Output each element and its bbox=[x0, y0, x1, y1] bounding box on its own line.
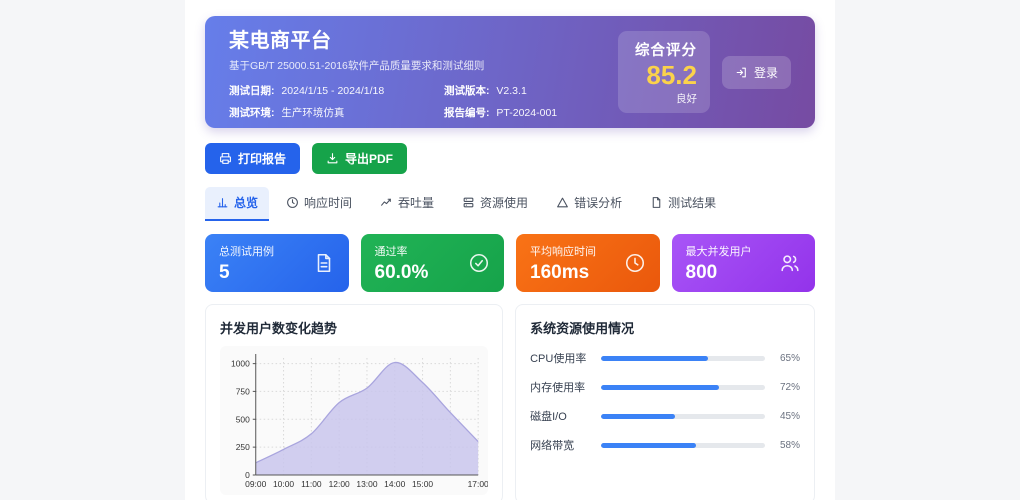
export-pdf-button[interactable]: 导出PDF bbox=[312, 143, 408, 174]
svg-text:15:00: 15:00 bbox=[412, 479, 433, 489]
header-right: 综合评分 85.2 良好 登录 bbox=[617, 31, 791, 113]
bottom-panels: 并发用户数变化趋势 0 250 500 750 1000 09:00 10:00 11:00 1… bbox=[205, 304, 815, 500]
resource-rows: CPU使用率 65% 内存使用率 72% 磁盘I/O 45% 网络带宽 58% bbox=[530, 350, 800, 453]
trend-icon bbox=[380, 196, 393, 209]
download-icon bbox=[326, 152, 339, 165]
concurrent-users-chart: 0 250 500 750 1000 09:00 10:00 11:00 12:00 13:00 1… bbox=[220, 346, 489, 495]
system-resources-panel: 系统资源使用情况 CPU使用率 65% 内存使用率 72% 磁盘I/O 45% … bbox=[515, 304, 815, 500]
resource-row-network: 网络带宽 58% bbox=[530, 439, 800, 453]
report-tabs: 总览 响应时间 吞吐量 资源使用 错误分析 测试结果 bbox=[205, 187, 815, 221]
check-circle-icon bbox=[468, 252, 490, 274]
progress-fill bbox=[601, 384, 720, 390]
login-icon bbox=[735, 66, 748, 79]
svg-text:1000: 1000 bbox=[231, 359, 250, 369]
tab-error-analysis[interactable]: 错误分析 bbox=[545, 187, 633, 221]
clock-icon bbox=[286, 196, 299, 209]
meta-test-env: 测试环境: 生产环境仿真 bbox=[229, 107, 345, 119]
content-column: 某电商平台 基于GB/T 25000.51-2016软件产品质量要求和测试细则 … bbox=[185, 0, 835, 500]
svg-text:10:00: 10:00 bbox=[273, 479, 294, 489]
report-header-banner: 某电商平台 基于GB/T 25000.51-2016软件产品质量要求和测试细则 … bbox=[205, 16, 815, 128]
meta-test-date: 测试日期: 2024/1/15 - 2024/1/18 bbox=[229, 85, 385, 97]
page-subtitle: 基于GB/T 25000.51-2016软件产品质量要求和测试细则 bbox=[229, 60, 485, 72]
header-info: 某电商平台 基于GB/T 25000.51-2016软件产品质量要求和测试细则 … bbox=[229, 24, 618, 120]
resource-row-cpu: CPU使用率 65% bbox=[530, 352, 800, 366]
performance-report-page: 某电商平台 基于GB/T 25000.51-2016软件产品质量要求和测试细则 … bbox=[0, 0, 1020, 500]
svg-text:17:00: 17:00 bbox=[468, 479, 488, 489]
concurrent-users-panel: 并发用户数变化趋势 0 250 500 750 1000 09:00 10:00 11:00 1… bbox=[205, 304, 504, 500]
users-icon bbox=[779, 252, 801, 274]
progress-track bbox=[601, 355, 765, 361]
meta-test-version: 测试版本: V2.3.1 bbox=[444, 85, 527, 97]
resource-row-memory: 内存使用率 72% bbox=[530, 381, 800, 395]
resource-row-disk-io: 磁盘I/O 45% bbox=[530, 410, 800, 424]
login-label: 登录 bbox=[753, 65, 778, 80]
svg-text:11:00: 11:00 bbox=[301, 479, 322, 489]
progress-fill bbox=[601, 355, 708, 361]
svg-text:12:00: 12:00 bbox=[329, 479, 350, 489]
bar-chart-icon bbox=[216, 196, 229, 209]
progress-track bbox=[601, 413, 765, 419]
meta-report-id: 报告编号: PT-2024-001 bbox=[444, 107, 558, 119]
score-value: 85.2 bbox=[646, 60, 697, 91]
action-buttons: 打印报告 导出PDF bbox=[205, 143, 815, 174]
overall-score-card: 综合评分 85.2 良好 bbox=[617, 31, 710, 113]
svg-text:500: 500 bbox=[236, 414, 250, 424]
print-report-button[interactable]: 打印报告 bbox=[205, 143, 301, 174]
page-title: 某电商平台 bbox=[229, 30, 332, 52]
progress-fill bbox=[601, 413, 675, 419]
resources-title: 系统资源使用情况 bbox=[530, 321, 635, 336]
svg-text:14:00: 14:00 bbox=[384, 479, 405, 489]
svg-text:13:00: 13:00 bbox=[356, 479, 377, 489]
chart-title: 并发用户数变化趋势 bbox=[220, 321, 338, 336]
server-icon bbox=[462, 196, 475, 209]
file-text-icon bbox=[313, 252, 335, 274]
progress-track bbox=[601, 384, 765, 390]
tab-resource-usage[interactable]: 资源使用 bbox=[451, 187, 539, 221]
score-label: 综合评分 bbox=[634, 43, 697, 60]
progress-fill bbox=[601, 442, 697, 448]
tab-response-time[interactable]: 响应时间 bbox=[275, 187, 363, 221]
progress-track bbox=[601, 442, 765, 448]
svg-text:09:00: 09:00 bbox=[245, 479, 266, 489]
stat-max-concurrent-users: 最大并发用户 800 bbox=[671, 234, 815, 292]
stat-pass-rate: 通过率 60.0% bbox=[360, 234, 504, 292]
printer-icon bbox=[219, 152, 232, 165]
report-meta: 测试日期: 2024/1/15 - 2024/1/18 测试版本: V2.3.1… bbox=[229, 83, 618, 120]
login-button[interactable]: 登录 bbox=[721, 55, 791, 89]
stat-avg-response-time: 平均响应时间 160ms bbox=[516, 234, 660, 292]
stat-total-cases: 总测试用例 5 bbox=[205, 234, 349, 292]
score-grade: 良好 bbox=[675, 92, 697, 105]
document-icon bbox=[650, 196, 663, 209]
tab-test-results[interactable]: 测试结果 bbox=[639, 187, 727, 221]
stat-cards: 总测试用例 5 通过率 60.0% 平均响应时间 160ms 最大并发用户 80… bbox=[205, 234, 815, 292]
warning-icon bbox=[556, 196, 569, 209]
area-chart-svg: 0250500750100009:00 10:00 11:00 12:00 13:00 1… bbox=[231, 354, 488, 489]
svg-text:250: 250 bbox=[236, 442, 250, 452]
clock-icon bbox=[624, 252, 646, 274]
tab-overview[interactable]: 总览 bbox=[205, 187, 270, 221]
tab-throughput[interactable]: 吞吐量 bbox=[369, 187, 445, 221]
svg-text:750: 750 bbox=[236, 386, 250, 396]
